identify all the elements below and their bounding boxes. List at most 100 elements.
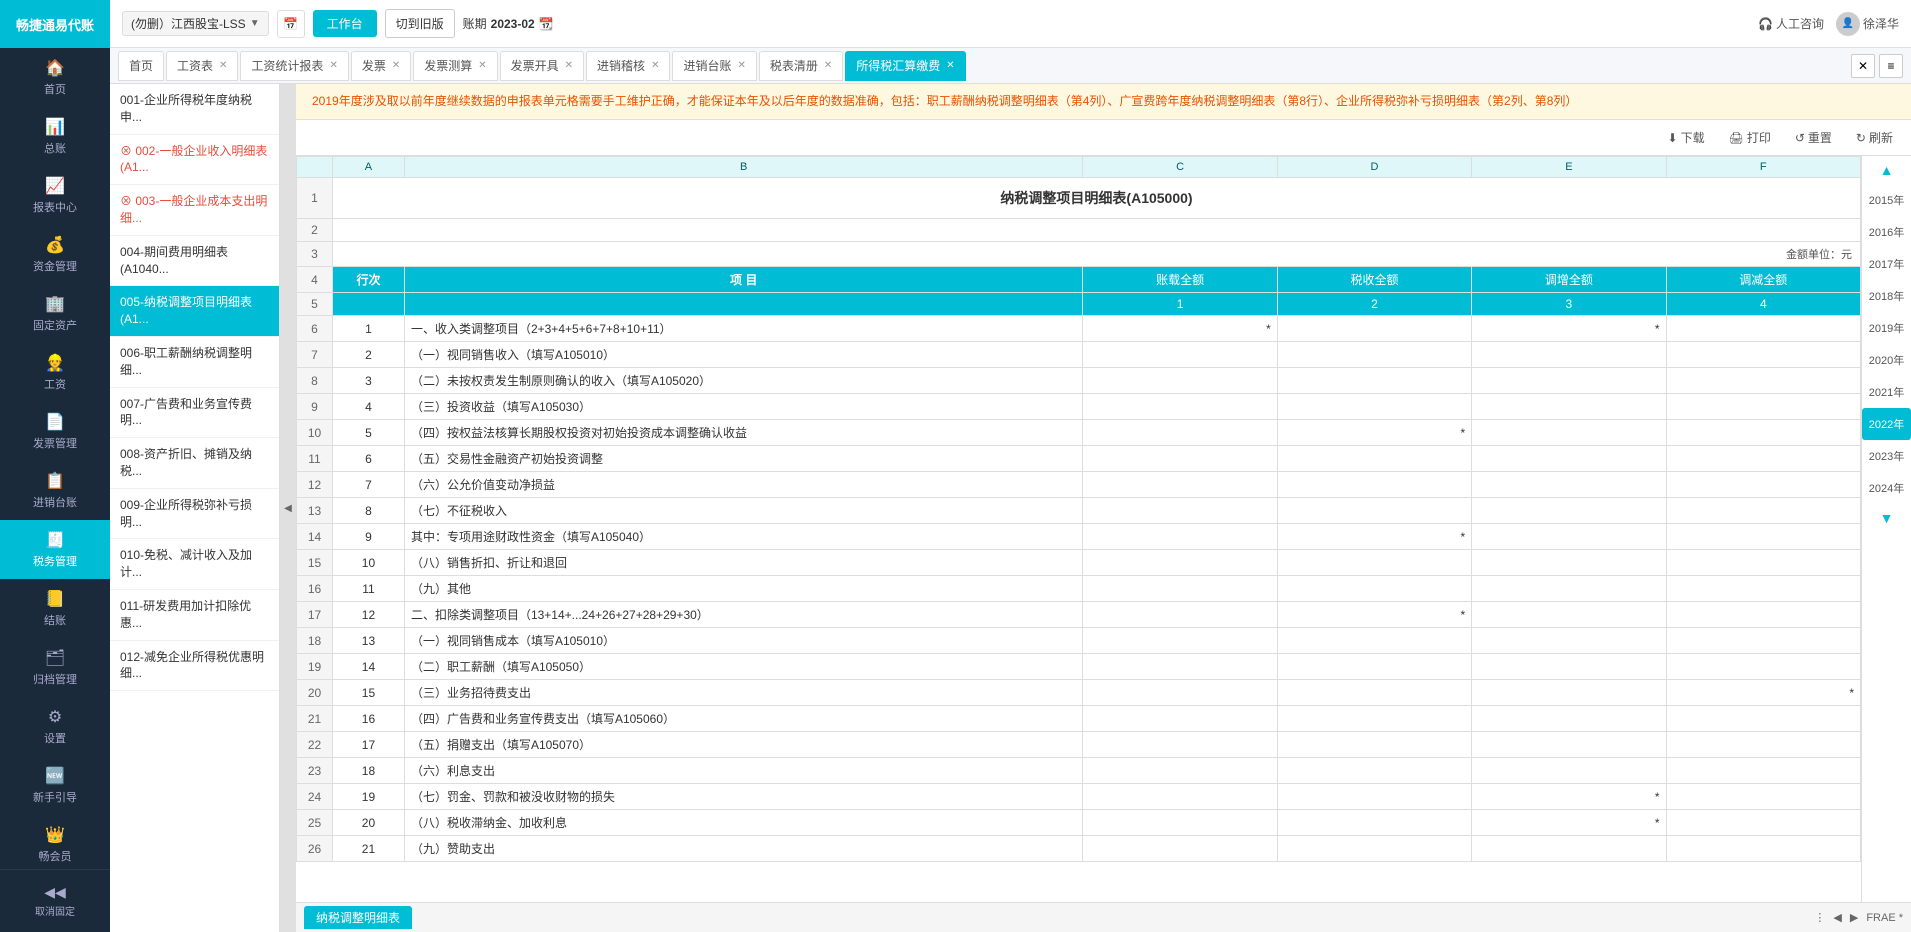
data-cell[interactable] <box>1472 576 1666 602</box>
data-cell[interactable] <box>1666 524 1860 550</box>
data-cell[interactable]: * <box>1083 316 1277 342</box>
year-item-2020[interactable]: 2020年 <box>1862 344 1911 376</box>
data-cell[interactable] <box>1666 576 1860 602</box>
download-button[interactable]: ⬇ 下载 <box>1662 126 1711 149</box>
data-cell[interactable] <box>1277 550 1471 576</box>
data-cell[interactable] <box>1666 628 1860 654</box>
scroll-left-icon[interactable]: ◀ <box>1833 911 1841 924</box>
year-item-2015[interactable]: 2015年 <box>1862 184 1911 216</box>
user-service[interactable]: 🎧 人工咨询 <box>1758 15 1824 32</box>
data-cell[interactable]: * <box>1472 810 1666 836</box>
year-item-2019[interactable]: 2019年 <box>1862 312 1911 344</box>
data-cell[interactable] <box>1083 810 1277 836</box>
data-cell[interactable] <box>1666 316 1860 342</box>
sidebar-item-payroll[interactable]: 👷 工资 <box>0 343 110 402</box>
data-cell[interactable] <box>1472 524 1666 550</box>
close-all-button[interactable]: ✕ <box>1851 54 1875 78</box>
item-cell[interactable]: （一）视同销售收入（填写A105010） <box>404 342 1082 368</box>
sidebar-item-archive[interactable]: 🗂 归档管理 <box>0 638 110 697</box>
sidebar-item-reports[interactable]: 📈 报表中心 <box>0 166 110 225</box>
data-cell[interactable] <box>1277 576 1471 602</box>
data-cell[interactable] <box>1277 316 1471 342</box>
data-cell[interactable] <box>1083 602 1277 628</box>
data-cell[interactable] <box>1277 784 1471 810</box>
data-cell[interactable] <box>1472 602 1666 628</box>
data-cell[interactable] <box>1277 810 1471 836</box>
tab-close-icon[interactable]: ✕ <box>219 60 227 71</box>
tab-payslip[interactable]: 工资表 ✕ <box>166 51 238 81</box>
item-cell[interactable]: 二、扣除类调整项目（13+14+...24+26+27+28+29+30） <box>404 602 1082 628</box>
tab-purchase-ledger[interactable]: 进销台账 ✕ <box>672 51 756 81</box>
sidebar-item-settings[interactable]: ⚙ 设置 <box>0 697 110 756</box>
data-cell[interactable] <box>1083 680 1277 706</box>
data-cell[interactable] <box>1277 680 1471 706</box>
sidebar-item-ledger[interactable]: 📊 总账 <box>0 107 110 166</box>
year-item-2018[interactable]: 2018年 <box>1862 280 1911 312</box>
data-cell[interactable] <box>1472 680 1666 706</box>
list-item-007[interactable]: 007-广告费和业务宣传费明... <box>110 388 279 439</box>
data-cell[interactable] <box>1472 628 1666 654</box>
calendar-small-icon[interactable]: 📆 <box>539 17 554 31</box>
list-item-004[interactable]: 004-期间费用明细表(A1040... <box>110 236 279 287</box>
tab-close-icon[interactable]: ✕ <box>824 60 832 71</box>
list-item-009[interactable]: 009-企业所得税弥补亏损明... <box>110 489 279 540</box>
old-version-button[interactable]: 切到旧版 <box>385 9 455 38</box>
list-item-003[interactable]: ⊗ 003-一般企业成本支出明细... <box>110 185 279 236</box>
item-cell[interactable]: （八）销售折扣、折让和退回 <box>404 550 1082 576</box>
data-cell[interactable] <box>1666 758 1860 784</box>
table-scroll[interactable]: A B C D E F 1 纳税调 <box>296 156 1861 902</box>
collapse-button[interactable]: ◀ <box>280 84 296 932</box>
year-item-2016[interactable]: 2016年 <box>1862 216 1911 248</box>
data-cell[interactable] <box>1277 628 1471 654</box>
user-info[interactable]: 👤 徐泽华 <box>1836 12 1899 36</box>
data-cell[interactable] <box>1083 550 1277 576</box>
data-cell[interactable] <box>1666 368 1860 394</box>
data-cell[interactable] <box>1472 758 1666 784</box>
item-cell[interactable]: （七）不征税收入 <box>404 498 1082 524</box>
data-cell[interactable] <box>1472 472 1666 498</box>
reset-button[interactable]: ↺ 重置 <box>1789 126 1838 149</box>
data-cell[interactable] <box>1472 446 1666 472</box>
data-cell[interactable] <box>1666 810 1860 836</box>
list-item-001[interactable]: 001-企业所得税年度纳税申... <box>110 84 279 135</box>
data-cell[interactable] <box>1472 368 1666 394</box>
sidebar-item-finance[interactable]: 💰 资金管理 <box>0 225 110 284</box>
data-cell[interactable] <box>1666 446 1860 472</box>
sidebar-item-home[interactable]: 🏠 首页 <box>0 48 110 107</box>
item-cell[interactable]: （四）按权益法核算长期股权投资对初始投资成本调整确认收益 <box>404 420 1082 446</box>
year-item-2021[interactable]: 2021年 <box>1862 376 1911 408</box>
data-cell[interactable] <box>1277 758 1471 784</box>
data-cell[interactable] <box>1083 836 1277 862</box>
data-cell[interactable] <box>1666 784 1860 810</box>
data-cell[interactable] <box>1277 654 1471 680</box>
tab-close-icon[interactable]: ✕ <box>478 60 486 71</box>
sidebar-item-close[interactable]: 📒 结账 <box>0 579 110 638</box>
tab-home[interactable]: 首页 <box>118 51 164 81</box>
item-cell[interactable]: （四）广告费和业务宣传费支出（填写A105060） <box>404 706 1082 732</box>
print-button[interactable]: 🖨 打印 <box>1723 126 1777 149</box>
data-cell[interactable] <box>1277 472 1471 498</box>
sidebar-item-purchase-sales[interactable]: 📋 进销台账 <box>0 461 110 520</box>
workbench-button[interactable]: 工作台 <box>313 10 377 37</box>
list-item-011[interactable]: 011-研发费用加计扣除优惠... <box>110 590 279 641</box>
year-item-2024[interactable]: 2024年 <box>1862 472 1911 504</box>
data-cell[interactable] <box>1083 576 1277 602</box>
data-cell[interactable] <box>1277 732 1471 758</box>
item-cell[interactable]: （五）捐赠支出（填写A105070） <box>404 732 1082 758</box>
tab-close-icon[interactable]: ✕ <box>392 60 400 71</box>
data-cell[interactable] <box>1666 472 1860 498</box>
tab-purchase-audit[interactable]: 进销稽核 ✕ <box>586 51 670 81</box>
data-cell[interactable] <box>1083 420 1277 446</box>
data-cell[interactable] <box>1083 758 1277 784</box>
data-cell[interactable] <box>1472 732 1666 758</box>
data-cell[interactable]: * <box>1472 784 1666 810</box>
item-cell[interactable]: （一）视同销售成本（填写A105010） <box>404 628 1082 654</box>
data-cell[interactable] <box>1083 472 1277 498</box>
data-cell[interactable] <box>1083 498 1277 524</box>
refresh-button[interactable]: ↻ 刷新 <box>1850 126 1899 149</box>
year-scroll-up-button[interactable]: ▲ <box>1862 156 1911 184</box>
tab-close-icon[interactable]: ✕ <box>565 60 573 71</box>
data-cell[interactable] <box>1472 654 1666 680</box>
data-cell[interactable] <box>1472 550 1666 576</box>
sheet-tab[interactable]: 纳税调整明细表 <box>304 906 412 929</box>
